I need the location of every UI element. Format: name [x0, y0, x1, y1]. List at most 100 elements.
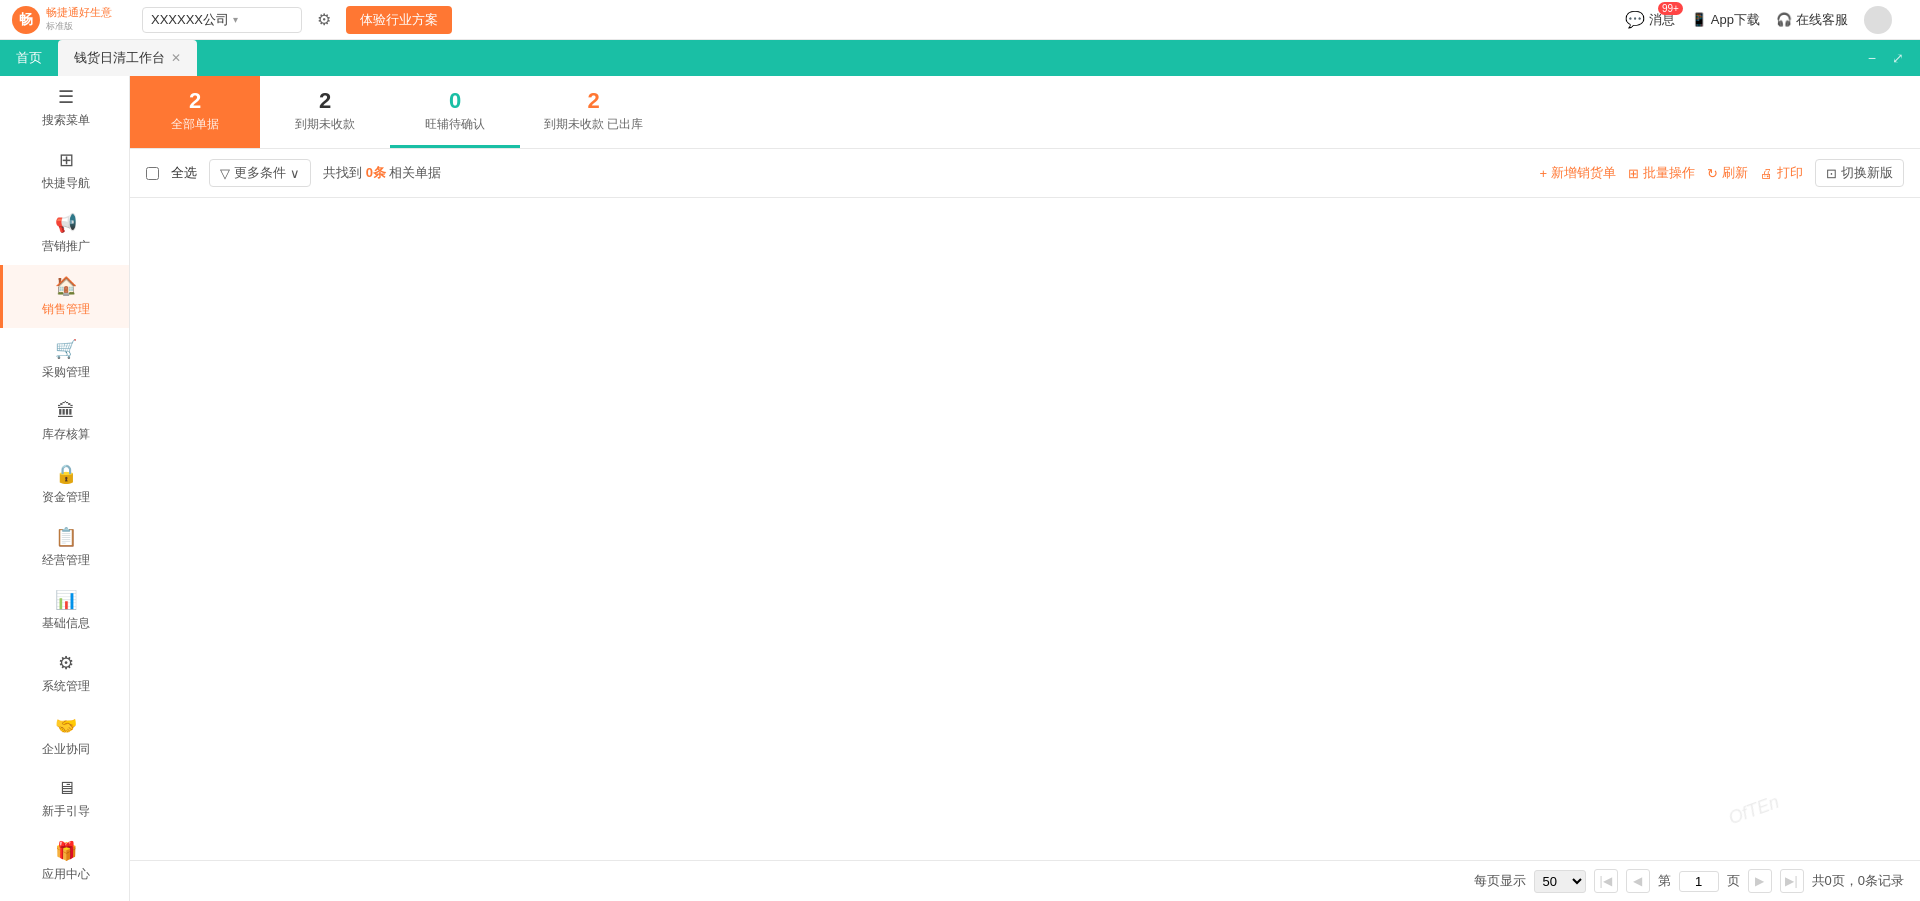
workspace-tab-label: 钱货日清工作台 — [74, 49, 165, 67]
tab-minimize-icon[interactable]: − — [1864, 48, 1880, 68]
tab-close-icon[interactable]: ✕ — [171, 51, 181, 65]
sidebar-item-guide[interactable]: 🖥 新手引导 — [0, 768, 129, 830]
found-count: 0条 — [366, 165, 386, 180]
sidebar-item-finance[interactable]: 🔒 资金管理 — [0, 453, 129, 516]
prev-page-button[interactable]: ◀ — [1626, 869, 1650, 893]
apps-icon: 🎁 — [55, 840, 77, 862]
tab-home[interactable]: 首页 — [0, 40, 58, 76]
logo-sub: 标准版 — [46, 20, 112, 33]
print-button[interactable]: 🖨 打印 — [1760, 164, 1803, 182]
sidebar-item-baseinfo[interactable]: 📊 基础信息 — [0, 579, 129, 642]
sidebar-label-sales: 销售管理 — [42, 301, 90, 318]
stat-card-wangfu[interactable]: 0 旺辅待确认 — [390, 76, 520, 148]
industry-button[interactable]: 体验行业方案 — [346, 6, 452, 34]
tab-workspace[interactable]: 钱货日清工作台 ✕ — [58, 40, 197, 76]
company-dropdown-icon: ▾ — [233, 14, 238, 25]
toolbar: 全选 ▽ 更多条件 ∨ 共找到 0条 相关单据 + 新增销货单 ⊞ 批量操作 — [130, 149, 1920, 198]
refresh-icon: ↻ — [1707, 166, 1718, 181]
sidebar-label-guide: 新手引导 — [42, 803, 90, 820]
sales-icon: 🏠 — [55, 275, 77, 297]
user-avatar[interactable] — [1864, 6, 1892, 34]
next-page-button[interactable]: ▶ — [1748, 869, 1772, 893]
sidebar-label-marketing: 营销推广 — [42, 238, 90, 255]
marketing-icon: 📢 — [55, 212, 77, 234]
main-layout: ☰ 搜索菜单 ⊞ 快捷导航 📢 营销推广 🏠 销售管理 🛒 采购管理 🏛 库存核… — [0, 76, 1920, 901]
page-number-input[interactable] — [1679, 871, 1719, 892]
sidebar-label-purchase: 采购管理 — [42, 364, 90, 381]
filter-label: 更多条件 — [234, 164, 286, 182]
headset-icon: 🎧 — [1776, 12, 1792, 27]
sidebar-item-system[interactable]: ⚙ 系统管理 — [0, 642, 129, 705]
page-label: 第 — [1658, 872, 1671, 890]
sidebar-item-quicknav[interactable]: ⊞ 快捷导航 — [0, 139, 129, 202]
stat-number-overdue: 2 — [319, 88, 331, 114]
notification-area[interactable]: 💬 99+ 消息 — [1625, 10, 1675, 29]
refresh-button[interactable]: ↻ 刷新 — [1707, 164, 1748, 182]
add-sales-order-button[interactable]: + 新增销货单 — [1539, 164, 1616, 182]
sidebar-item-apps[interactable]: 🎁 应用中心 — [0, 830, 129, 893]
stat-number-wangfu: 0 — [449, 88, 461, 114]
sidebar-label-apps: 应用中心 — [42, 866, 90, 883]
page-size-select[interactable]: 50 20 100 — [1534, 870, 1586, 893]
sidebar-label-search: 搜索菜单 — [42, 112, 90, 129]
sidebar-item-inventory[interactable]: 🏛 库存核算 — [0, 391, 129, 453]
plus-icon: + — [1539, 166, 1547, 181]
sidebar-item-wechat[interactable]: 💬 企业微信 — [0, 893, 129, 901]
purchase-icon: 🛒 — [55, 338, 77, 360]
tab-expand-icon[interactable]: ⤢ — [1888, 48, 1908, 68]
filter-dropdown-icon: ∨ — [290, 166, 300, 181]
logo-area: 畅 畅捷通好生意 标准版 — [12, 6, 142, 34]
sidebar-label-operations: 经营管理 — [42, 552, 90, 569]
sidebar-label-finance: 资金管理 — [42, 489, 90, 506]
top-header: 畅 畅捷通好生意 标准版 XXXXXX公司 ▾ ⚙ 体验行业方案 💬 99+ 消… — [0, 0, 1920, 40]
sidebar-item-operations[interactable]: 📋 经营管理 — [0, 516, 129, 579]
company-name: XXXXXX公司 — [151, 11, 229, 29]
bell-icon: 💬 — [1625, 10, 1645, 29]
app-download-button[interactable]: 📱 App下载 — [1691, 11, 1760, 29]
gear-icon: ⚙ — [317, 10, 331, 29]
sidebar-item-sales[interactable]: 🏠 销售管理 — [0, 265, 129, 328]
page-size-label: 每页显示 — [1474, 872, 1526, 890]
sidebar-item-purchase[interactable]: 🛒 采购管理 — [0, 328, 129, 391]
settings-button[interactable]: ⚙ — [310, 6, 338, 34]
add-btn-label: 新增销货单 — [1551, 164, 1616, 182]
sidebar-item-marketing[interactable]: 📢 营销推广 — [0, 202, 129, 265]
switch-version-button[interactable]: ⊡ 切换新版 — [1815, 159, 1904, 187]
stat-number-all: 2 — [189, 88, 201, 114]
select-all-label: 全选 — [171, 164, 197, 182]
first-page-button[interactable]: |◀ — [1594, 869, 1618, 893]
stat-card-overdue[interactable]: 2 到期未收款 — [260, 76, 390, 148]
tab-bar-actions: − ⤢ — [1864, 48, 1920, 68]
inventory-icon: 🏛 — [57, 401, 75, 422]
stats-row: 2 全部单据 2 到期未收款 0 旺辅待确认 2 到期未收款 已出库 — [130, 76, 1920, 149]
sidebar-item-cooperation[interactable]: 🤝 企业协同 — [0, 705, 129, 768]
online-service-button[interactable]: 🎧 在线客服 — [1776, 11, 1848, 29]
stat-card-all[interactable]: 2 全部单据 — [130, 76, 260, 148]
stat-label-shipped: 到期未收款 已出库 — [544, 116, 643, 133]
company-selector[interactable]: XXXXXX公司 ▾ — [142, 7, 302, 33]
sidebar-item-search[interactable]: ☰ 搜索菜单 — [0, 76, 129, 139]
tab-bar: 首页 钱货日清工作台 ✕ − ⤢ — [0, 40, 1920, 76]
stat-label-all: 全部单据 — [171, 116, 219, 133]
table-area — [130, 198, 1920, 860]
logo-text: 畅捷通好生意 — [46, 6, 112, 19]
batch-operation-button[interactable]: ⊞ 批量操作 — [1628, 164, 1695, 182]
sidebar-label-baseinfo: 基础信息 — [42, 615, 90, 632]
print-icon: 🖨 — [1760, 166, 1773, 181]
logo-icon: 畅 — [12, 6, 40, 34]
stat-label-overdue: 到期未收款 — [295, 116, 355, 133]
refresh-btn-label: 刷新 — [1722, 164, 1748, 182]
sidebar-label-quicknav: 快捷导航 — [42, 175, 90, 192]
filter-button[interactable]: ▽ 更多条件 ∨ — [209, 159, 311, 187]
found-text: 共找到 0条 相关单据 — [323, 164, 441, 182]
page-label2: 页 — [1727, 872, 1740, 890]
baseinfo-icon: 📊 — [55, 589, 77, 611]
batch-btn-label: 批量操作 — [1643, 164, 1695, 182]
finance-icon: 🔒 — [55, 463, 77, 485]
notification-badge: 99+ — [1658, 2, 1683, 15]
select-all-checkbox[interactable] — [146, 167, 159, 180]
content-area: 2 全部单据 2 到期未收款 0 旺辅待确认 2 到期未收款 已出库 全选 ▽ … — [130, 76, 1920, 901]
last-page-button[interactable]: ▶| — [1780, 869, 1804, 893]
stat-card-shipped[interactable]: 2 到期未收款 已出库 — [520, 76, 667, 148]
operations-icon: 📋 — [55, 526, 77, 548]
